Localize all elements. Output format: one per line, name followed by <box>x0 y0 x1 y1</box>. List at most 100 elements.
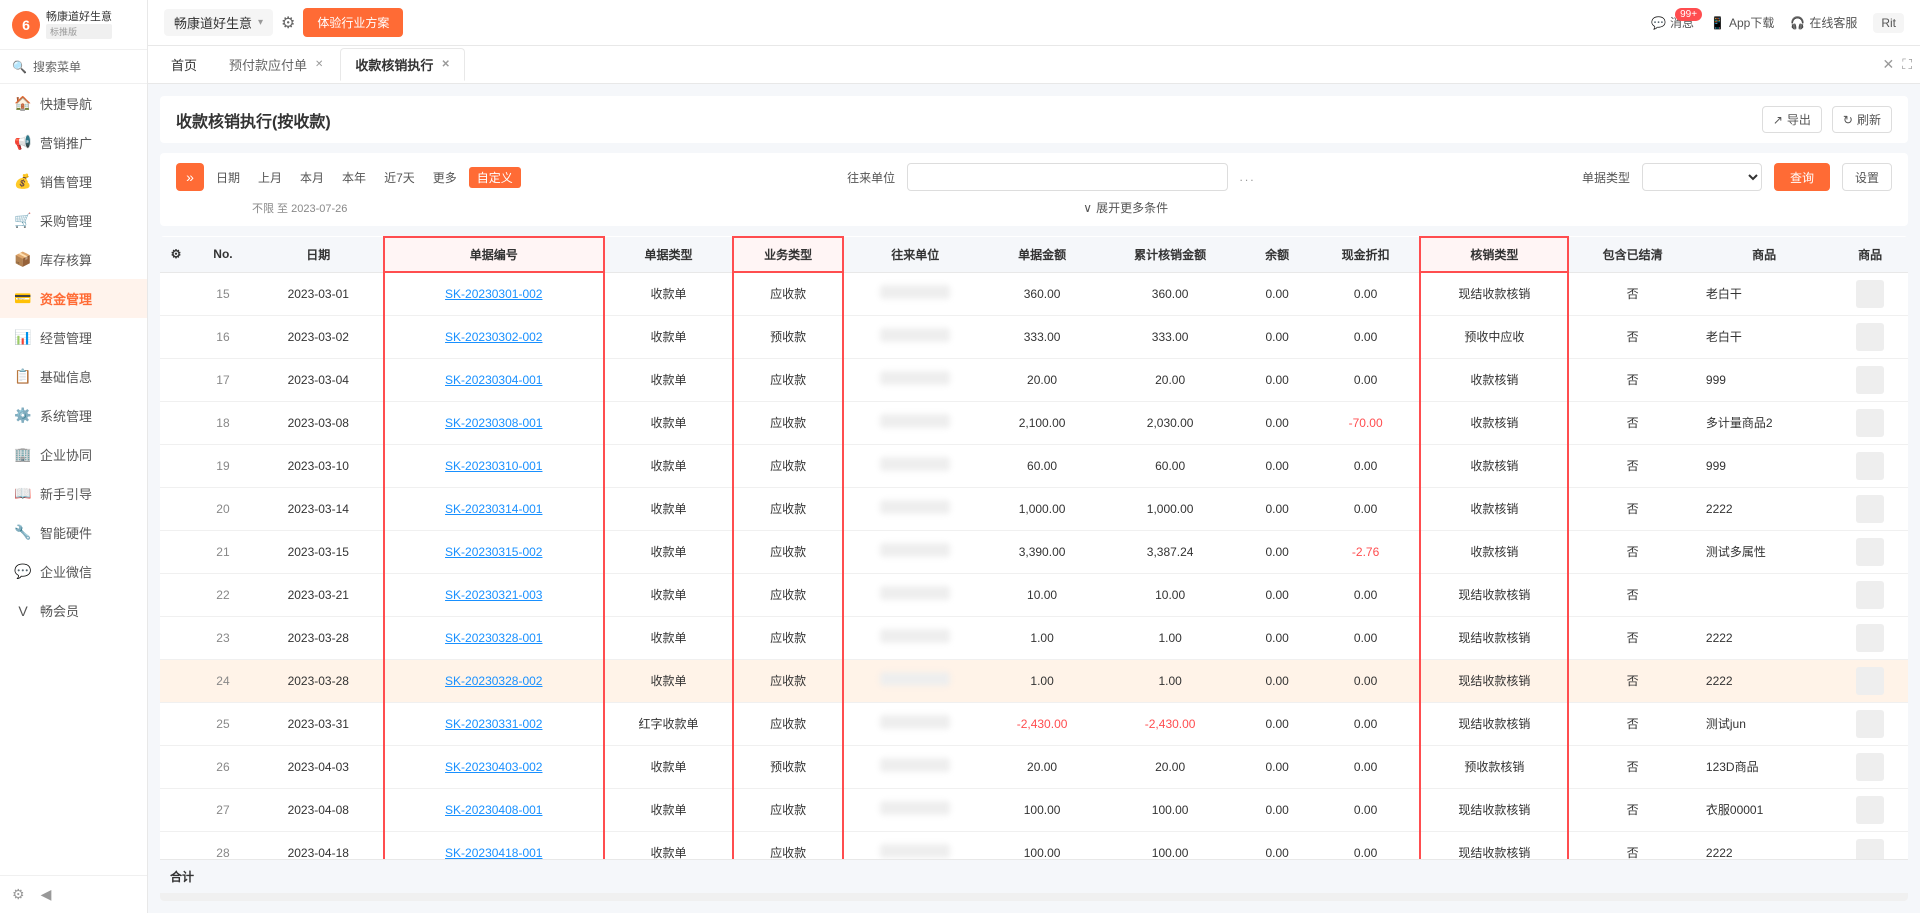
date-opt-custom[interactable]: 自定义 <box>469 167 521 188</box>
table-row[interactable]: 222023-03-21SK-20230321-003收款单应收款10.0010… <box>160 573 1908 616</box>
table-row[interactable]: 282023-04-18SK-20230418-001收款单应收款100.001… <box>160 831 1908 859</box>
table-row[interactable]: 202023-03-14SK-20230314-001收款单应收款1,000.0… <box>160 487 1908 530</box>
tab-prepay[interactable]: 预付款应付单 ✕ <box>214 48 338 81</box>
table-row[interactable]: 232023-03-28SK-20230328-001收款单应收款1.001.0… <box>160 616 1908 659</box>
service-button[interactable]: 🎧 在线客服 <box>1790 14 1857 31</box>
collapse-icon[interactable]: ◀ <box>41 886 52 903</box>
content-area: 收款核销执行(按收款) ↗ 导出 ↻ 刷新 » 日期 上月 本月 <box>148 84 1920 913</box>
cell-checkbox <box>160 573 192 616</box>
partner-filter-label: 往来单位 <box>847 169 895 186</box>
cell-include-settled: 否 <box>1568 831 1696 859</box>
sidebar-item-basic[interactable]: 📋 基础信息 <box>0 357 147 396</box>
cell-cancel-amount: 20.00 <box>1098 745 1243 788</box>
cell-partner <box>843 444 986 487</box>
partner-filter-input[interactable] <box>907 163 1227 191</box>
sidebar-item-enterprise[interactable]: 🏢 企业协同 <box>0 435 147 474</box>
cell-amount: -2,430.00 <box>986 702 1097 745</box>
app-download-button[interactable]: 📱 App下载 <box>1710 14 1774 31</box>
table-row[interactable]: 152023-03-01SK-20230301-002收款单应收款360.003… <box>160 272 1908 315</box>
tab-home[interactable]: 首页 <box>156 48 212 81</box>
cell-doc-type: 收款单 <box>604 444 733 487</box>
table-row[interactable]: 172023-03-04SK-20230304-001收款单应收款20.0020… <box>160 358 1908 401</box>
page-actions: ↗ 导出 ↻ 刷新 <box>1762 106 1892 133</box>
th-include-settled: 包含已结清 <box>1568 237 1696 272</box>
chevron-down-icon: ∨ <box>1083 201 1092 215</box>
cell-product2 <box>1832 272 1908 315</box>
sidebar-item-operation[interactable]: 📊 经营管理 <box>0 318 147 357</box>
sidebar-item-finance[interactable]: 💳 资金管理 <box>0 279 147 318</box>
prepay-tab-close-icon[interactable]: ✕ <box>315 59 323 70</box>
sidebar-item-system[interactable]: ⚙️ 系统管理 <box>0 396 147 435</box>
settings-bottom-icon[interactable]: ⚙ <box>12 886 25 903</box>
nav-label: 销售管理 <box>40 172 92 191</box>
sidebar-item-smart[interactable]: 🔧 智能硬件 <box>0 513 147 552</box>
date-opt-this-year[interactable]: 本年 <box>336 167 372 188</box>
message-button[interactable]: 💬 消息 99+ <box>1651 14 1694 31</box>
export-button[interactable]: ↗ 导出 <box>1762 106 1822 133</box>
th-settings[interactable]: ⚙ <box>160 237 192 272</box>
expand-more-button[interactable]: ∨ 展开更多条件 <box>1083 199 1168 216</box>
refresh-button[interactable]: ↻ 刷新 <box>1832 106 1892 133</box>
cell-partner <box>843 659 986 702</box>
cell-balance: 0.00 <box>1243 831 1312 859</box>
query-button[interactable]: 查询 <box>1774 163 1830 191</box>
sidebar: 6 畅康道好生意 标推版 🔍 搜索菜单 🏠 快捷导航 📢 营销推广 💰 销售管理… <box>0 0 148 913</box>
sales-icon: 💰 <box>14 173 32 191</box>
cell-include-settled: 否 <box>1568 702 1696 745</box>
solution-button[interactable]: 体验行业方案 <box>303 8 403 37</box>
table-row[interactable]: 272023-04-08SK-20230408-001收款单应收款100.001… <box>160 788 1908 831</box>
date-opt-this-month[interactable]: 本月 <box>294 167 330 188</box>
doc-type-select[interactable] <box>1642 163 1762 191</box>
date-opt-more[interactable]: 更多 <box>427 167 463 188</box>
cell-cancel-type: 收款核销 <box>1420 401 1568 444</box>
table-row[interactable]: 212023-03-15SK-20230315-002收款单应收款3,390.0… <box>160 530 1908 573</box>
inventory-icon: 📦 <box>14 251 32 269</box>
sidebar-item-purchase[interactable]: 🛒 采购管理 <box>0 201 147 240</box>
cell-biz-type: 应收款 <box>733 487 843 530</box>
user-avatar[interactable]: Rit <box>1873 13 1904 33</box>
cell-include-settled: 否 <box>1568 788 1696 831</box>
tab-close-all-icon[interactable]: ✕ <box>1882 56 1894 73</box>
cell-product1: 2222 <box>1696 487 1832 530</box>
cell-doc-no: SK-20230408-001 <box>384 788 604 831</box>
sidebar-item-sales[interactable]: 💰 销售管理 <box>0 162 147 201</box>
date-opt-last-month[interactable]: 上月 <box>252 167 288 188</box>
table-row[interactable]: 192023-03-10SK-20230310-001收款单应收款60.0060… <box>160 444 1908 487</box>
table-wrap[interactable]: ⚙ No. 日期 单据编号 单据类型 业务类型 往来单位 单据金额 累计核销金额… <box>160 236 1908 859</box>
partner-more-icon[interactable]: ... <box>1240 170 1256 184</box>
table-row[interactable]: 242023-03-28SK-20230328-002收款单应收款1.001.0… <box>160 659 1908 702</box>
filter-expand-button[interactable]: » <box>176 163 204 191</box>
cell-product1: 999 <box>1696 444 1832 487</box>
cell-doc-no: SK-20230310-001 <box>384 444 604 487</box>
th-date: 日期 <box>254 237 384 272</box>
workspace-name[interactable]: 畅康道好生意 ▾ <box>164 9 273 36</box>
topbar-gear-icon[interactable]: ⚙ <box>281 13 295 33</box>
cell-checkbox <box>160 831 192 859</box>
cell-include-settled: 否 <box>1568 358 1696 401</box>
sidebar-search[interactable]: 🔍 搜索菜单 <box>0 50 147 84</box>
filter-bar: » 日期 上月 本月 本年 近7天 更多 自定义 往来单位 ... 单据类型 <box>160 153 1908 226</box>
table-row[interactable]: 182023-03-08SK-20230308-001收款单应收款2,100.0… <box>160 401 1908 444</box>
settings-button[interactable]: 设置 <box>1842 163 1892 191</box>
horizontal-scrollbar[interactable] <box>160 893 1908 901</box>
sidebar-item-wechat[interactable]: 💬 企业微信 <box>0 552 147 591</box>
table-row[interactable]: 162023-03-02SK-20230302-002收款单预收款333.003… <box>160 315 1908 358</box>
date-opt-7days[interactable]: 近7天 <box>378 167 421 188</box>
table-row[interactable]: 262023-04-03SK-20230403-002收款单预收款20.0020… <box>160 745 1908 788</box>
sidebar-item-inventory[interactable]: 📦 库存核算 <box>0 240 147 279</box>
receipt-tab-close-icon[interactable]: ✕ <box>441 59 449 70</box>
cell-cancel-amount: 100.00 <box>1098 831 1243 859</box>
cell-balance: 0.00 <box>1243 444 1312 487</box>
sidebar-item-guide[interactable]: 📖 新手引导 <box>0 474 147 513</box>
sidebar-item-member[interactable]: V 畅会员 <box>0 591 147 630</box>
tab-receipt-exec[interactable]: 收款核销执行 ✕ <box>340 48 464 81</box>
basic-icon: 📋 <box>14 368 32 386</box>
tab-restore-icon[interactable]: ⛶ <box>1902 56 1912 73</box>
sidebar-nav: 🏠 快捷导航 📢 营销推广 💰 销售管理 🛒 采购管理 📦 库存核算 💳 资金管… <box>0 84 147 875</box>
table-row[interactable]: 252023-03-31SK-20230331-002红字收款单应收款-2,43… <box>160 702 1908 745</box>
cell-product2 <box>1832 530 1908 573</box>
sidebar-item-marketing[interactable]: 📢 营销推广 <box>0 123 147 162</box>
sidebar-logo: 6 畅康道好生意 标推版 <box>0 0 147 50</box>
cell-cancel-type: 现结收款核销 <box>1420 702 1568 745</box>
sidebar-item-quick-nav[interactable]: 🏠 快捷导航 <box>0 84 147 123</box>
